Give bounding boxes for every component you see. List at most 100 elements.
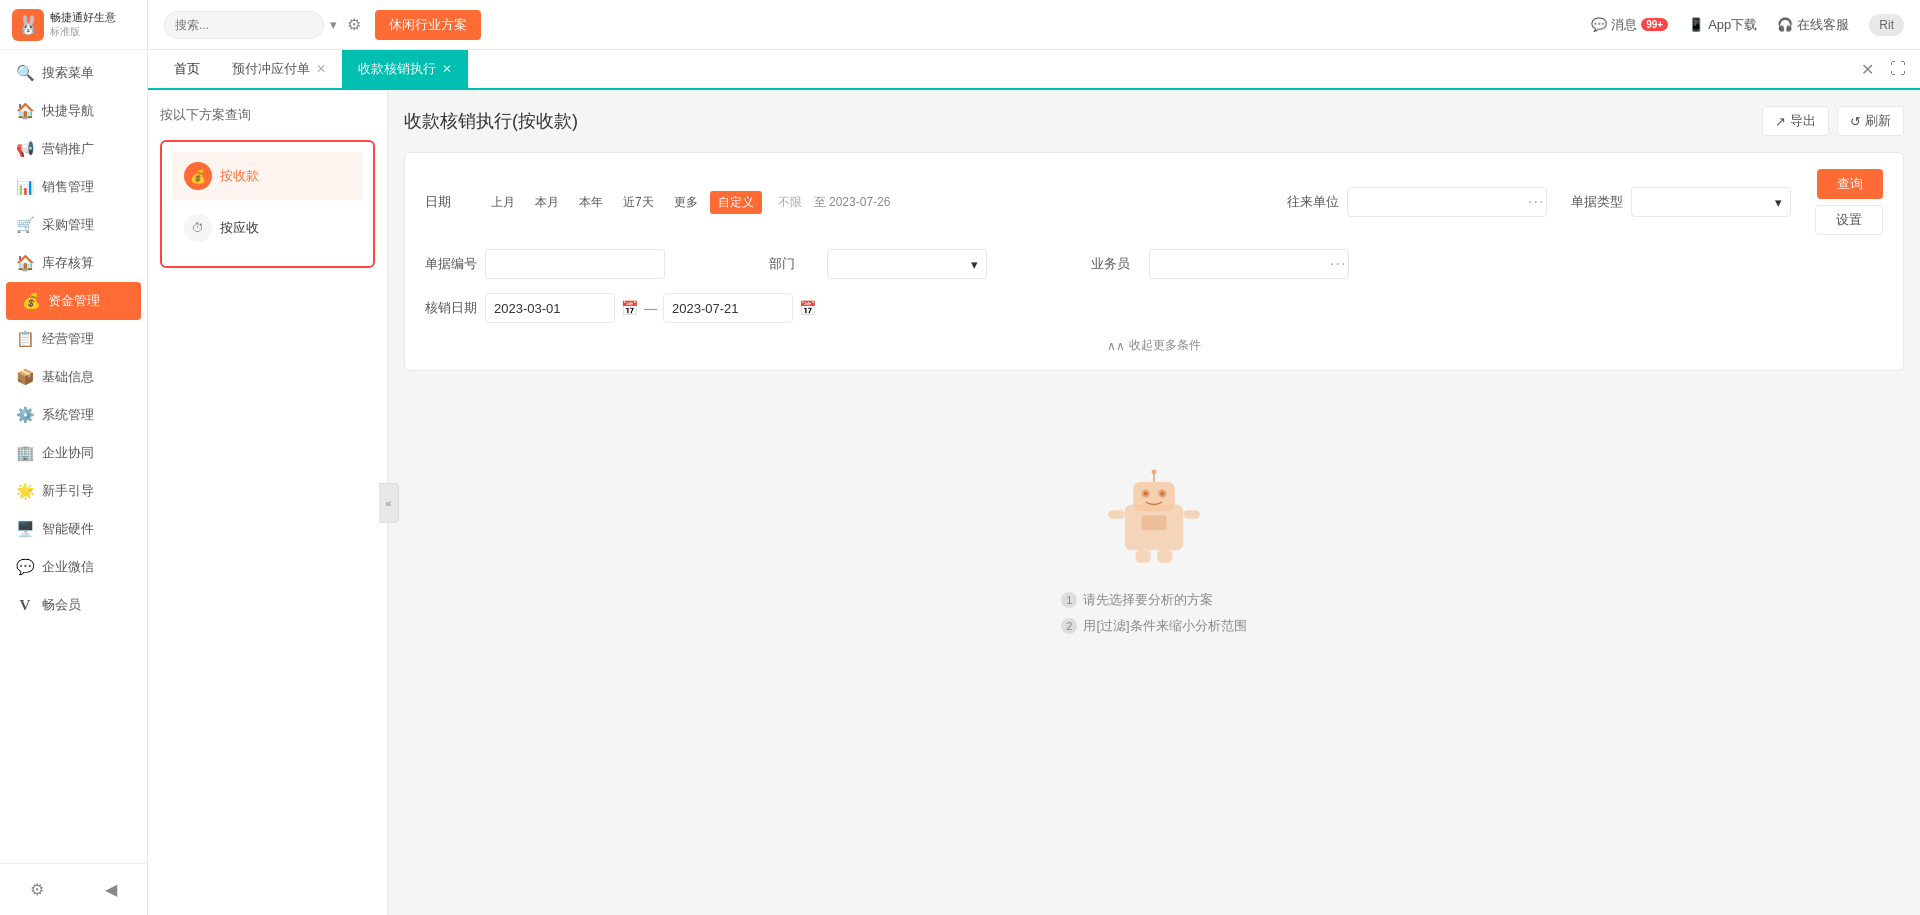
sidebar-collapse-btn[interactable]: ◀ — [93, 872, 129, 907]
staff-picker-btn[interactable]: ··· — [1326, 255, 1350, 273]
tab-prepay[interactable]: 预付冲应付单 ✕ — [216, 50, 342, 90]
verif-date-start-input[interactable] — [485, 293, 615, 323]
sidebar-item-wechat[interactable]: 💬 企业微信 — [0, 548, 147, 586]
sidebar-item-marketing[interactable]: 📢 营销推广 — [0, 130, 147, 168]
sidebar-item-hardware[interactable]: 🖥️ 智能硬件 — [0, 510, 147, 548]
sidebar-item-system[interactable]: ⚙️ 系统管理 — [0, 396, 147, 434]
sidebar-item-sales[interactable]: 📊 销售管理 — [0, 168, 147, 206]
sidebar-item-basic[interactable]: 📦 基础信息 — [0, 358, 147, 396]
verif-start-calendar-icon[interactable]: 📅 — [621, 300, 638, 316]
dept-select[interactable]: ▾ — [827, 249, 987, 279]
shortcut-this-month[interactable]: 本月 — [527, 191, 567, 214]
settings-button[interactable]: 设置 — [1815, 205, 1883, 235]
message-item[interactable]: 💬 消息 99+ — [1591, 16, 1668, 34]
topbar-dropdown-icon[interactable]: ▾ — [330, 17, 337, 32]
phone-icon: 📱 — [1688, 17, 1704, 32]
app-download-item[interactable]: 📱 App下载 — [1688, 16, 1757, 34]
search-icon: 🔍 — [16, 64, 34, 82]
sidebar-item-label: 销售管理 — [42, 178, 131, 196]
solution-button[interactable]: 休闲行业方案 — [375, 10, 481, 40]
export-button[interactable]: ↗ 导出 — [1762, 106, 1829, 136]
partner-label: 往来单位 — [1287, 193, 1339, 211]
tab-receipt-verify-close[interactable]: ✕ — [442, 62, 452, 76]
tab-prepay-close[interactable]: ✕ — [316, 62, 326, 76]
wechat-icon: 💬 — [16, 558, 34, 576]
doc-type-field: 单据类型 ▾ — [1571, 187, 1791, 217]
shortcut-this-year[interactable]: 本年 — [571, 191, 611, 214]
doc-type-label: 单据类型 — [1571, 193, 1623, 211]
date-dash: — — [644, 301, 657, 316]
form-actions: 查询 设置 — [1815, 169, 1883, 235]
tabbar: 首页 预付冲应付单 ✕ 收款核销执行 ✕ ✕ ⛶ — [148, 50, 1920, 90]
left-panel: 按以下方案查询 💰 按收款 ⏱ 按应收 « — [148, 90, 388, 915]
filter-receipt-label: 按收款 — [220, 167, 259, 185]
staff-input[interactable] — [1158, 257, 1326, 272]
date-nolimit: 不限 — [778, 194, 802, 211]
topbar-gear-icon[interactable]: ⚙ — [347, 15, 361, 34]
tab-receipt-verify[interactable]: 收款核销执行 ✕ — [342, 50, 468, 90]
sidebar-item-member[interactable]: V 畅会员 — [0, 586, 147, 624]
form-row-3: 核销日期 📅 — 📅 — [425, 293, 1883, 323]
sidebar-item-guide[interactable]: 🌟 新手引导 — [0, 472, 147, 510]
sidebar-bottom: ⚙ ◀ — [0, 863, 147, 915]
sidebar-item-purchase[interactable]: 🛒 采购管理 — [0, 206, 147, 244]
doc-type-select[interactable]: ▾ — [1631, 187, 1791, 217]
filter-by-receivable[interactable]: ⏱ 按应收 — [172, 204, 363, 252]
collapse-conditions-btn[interactable]: ∧∧ 收起更多条件 — [425, 337, 1883, 354]
tab-home[interactable]: 首页 — [158, 50, 216, 90]
shortcut-last-month[interactable]: 上月 — [483, 191, 523, 214]
receipt-icon: 💰 — [184, 162, 212, 190]
doc-no-input[interactable] — [485, 249, 665, 279]
partner-input[interactable] — [1356, 195, 1524, 210]
topbar-right: 💬 消息 99+ 📱 App下载 🎧 在线客服 Rit — [1591, 14, 1904, 36]
tip-text-1: 请先选择要分析的方案 — [1083, 587, 1213, 613]
sidebar-item-label: 智能硬件 — [42, 520, 131, 538]
system-icon: ⚙️ — [16, 406, 34, 424]
verif-end-calendar-icon[interactable]: 📅 — [799, 300, 816, 316]
sidebar-item-label: 采购管理 — [42, 216, 131, 234]
sidebar-item-finance[interactable]: 💰 资金管理 — [6, 282, 141, 320]
marketing-icon: 📢 — [16, 140, 34, 158]
empty-state: 1 请先选择要分析的方案 2 用[过滤]条件来缩小分析范围 — [404, 387, 1904, 719]
partner-picker-btn[interactable]: ··· — [1524, 193, 1548, 211]
app-name: 畅捷通好生意 — [50, 10, 116, 24]
sidebar-item-corp[interactable]: 🏢 企业协同 — [0, 434, 147, 472]
shortcut-custom[interactable]: 自定义 — [710, 191, 762, 214]
chevron-down-icon: ▾ — [1775, 195, 1782, 210]
tip-num-1: 1 — [1061, 592, 1077, 608]
date-field: 日期 上月 本月 本年 近7天 更多 自定义 不限 至 2023-07-26 — [425, 191, 890, 214]
sidebar-item-label: 库存核算 — [42, 254, 131, 272]
sidebar-item-quick[interactable]: 🏠 快捷导航 — [0, 92, 147, 130]
collapse-conditions-label: 收起更多条件 — [1129, 337, 1201, 354]
sidebar: 🐰 畅捷通好生意 标准版 🔍 搜索菜单 🏠 快捷导航 📢 营销推广 📊 销售管理… — [0, 0, 148, 915]
verif-date-end-input[interactable] — [663, 293, 793, 323]
date-label: 日期 — [425, 193, 475, 211]
tab-close-all-icon[interactable]: ✕ — [1857, 56, 1878, 83]
sidebar-item-inventory[interactable]: 🏠 库存核算 — [0, 244, 147, 282]
panel-collapse-btn[interactable]: « — [379, 483, 399, 523]
page-title: 收款核销执行(按收款) — [404, 109, 578, 133]
doc-no-label: 单据编号 — [425, 255, 477, 273]
refresh-button[interactable]: ↺ 刷新 — [1837, 106, 1904, 136]
sidebar-item-operation[interactable]: 📋 经营管理 — [0, 320, 147, 358]
shortcut-more[interactable]: 更多 — [666, 191, 706, 214]
topbar-search-input[interactable] — [164, 11, 324, 39]
tabbar-actions: ✕ ⛶ — [1857, 50, 1910, 88]
app-logo: 🐰 畅捷通好生意 标准版 — [0, 0, 147, 50]
sidebar-item-search[interactable]: 🔍 搜索菜单 — [0, 54, 147, 92]
query-button[interactable]: 查询 — [1817, 169, 1883, 199]
sidebar-settings-btn[interactable]: ⚙ — [18, 872, 56, 907]
sidebar-item-label: 营销推广 — [42, 140, 131, 158]
tab-expand-icon[interactable]: ⛶ — [1886, 56, 1910, 82]
svg-point-5 — [1160, 492, 1164, 496]
shortcut-7-days[interactable]: 近7天 — [615, 191, 662, 214]
tab-receipt-verify-label: 收款核销执行 — [358, 60, 436, 78]
user-profile[interactable]: Rit — [1869, 14, 1904, 36]
online-service-item[interactable]: 🎧 在线客服 — [1777, 16, 1849, 34]
sidebar-item-label: 畅会员 — [42, 596, 131, 614]
operation-icon: 📋 — [16, 330, 34, 348]
tip-num-2: 2 — [1061, 618, 1077, 634]
chevron-up-icon: ∧∧ — [1107, 339, 1125, 353]
svg-rect-12 — [1157, 550, 1172, 563]
filter-by-receipt[interactable]: 💰 按收款 — [172, 152, 363, 200]
